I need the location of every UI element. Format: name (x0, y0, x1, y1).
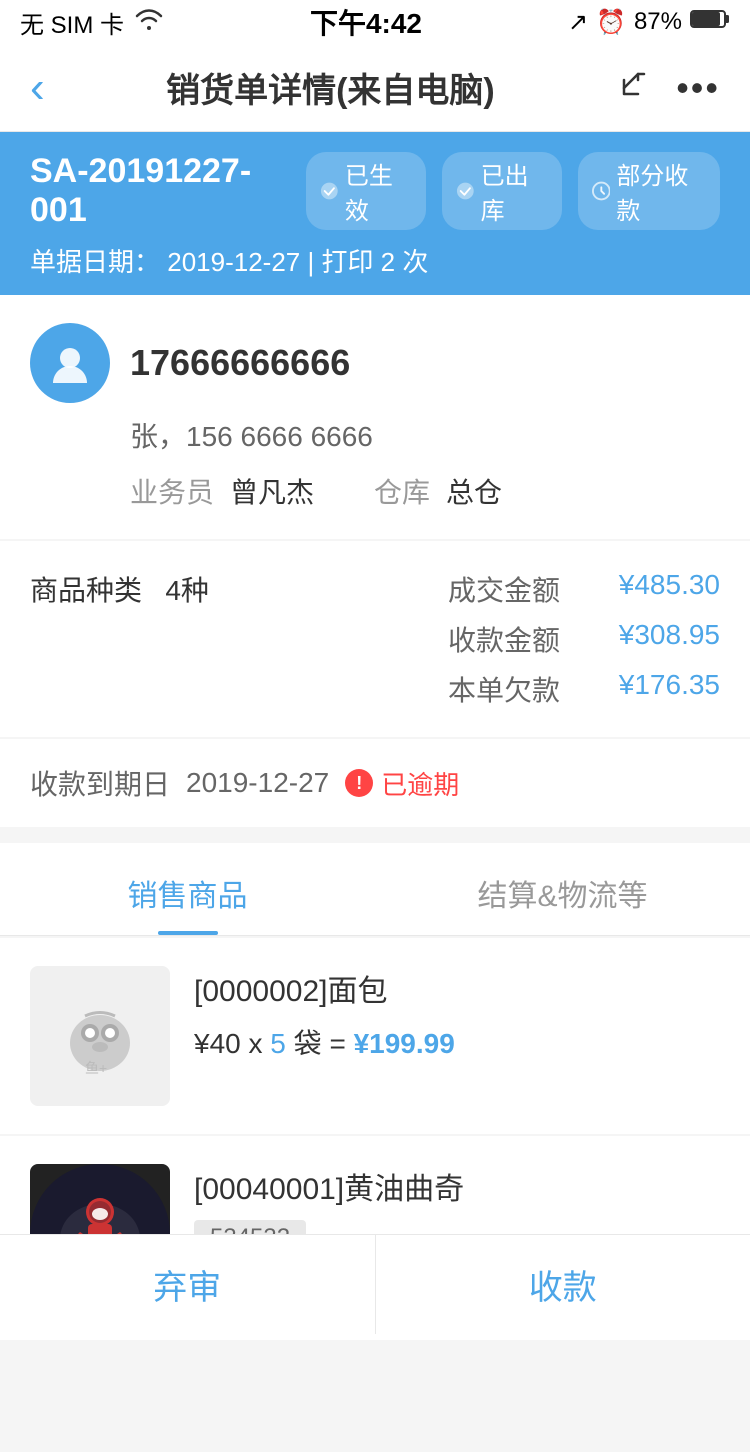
banner-date-row: 单据日期： 2019-12-27 | 打印 2 次 (30, 242, 720, 279)
order-id: SA-20191227-001 (30, 152, 290, 230)
tab-settlement[interactable]: 结算&物流等 (375, 843, 750, 935)
nav-actions: ••• (616, 66, 720, 110)
product-list: 鱼+ [0000002]面包 ¥40 x 5 袋 = ¥199.99 (0, 938, 750, 1452)
sim-status: 无 SIM 卡 (20, 5, 124, 40)
status-badge-effective: 已生效 (306, 152, 426, 230)
product-info: [0000002]面包 ¥40 x 5 袋 = ¥199.99 (194, 966, 720, 1062)
battery-level: 87% (634, 8, 682, 36)
salesperson-label: 业务员 (130, 471, 214, 511)
svg-text:鱼+: 鱼+ (85, 1060, 107, 1076)
product-types-label: 商品种类 (30, 575, 142, 606)
avatar (30, 323, 110, 403)
location-icon: ↗ (568, 8, 588, 37)
product-qty: 5 (270, 1028, 286, 1059)
product-total: ¥199.99 (354, 1028, 455, 1059)
owed-row: 本单欠款 ¥176.35 (448, 669, 720, 709)
product-types: 商品种类 4种 (30, 569, 209, 609)
bottom-bar: 弃审 收款 (0, 1234, 750, 1334)
more-button[interactable]: ••• (676, 67, 720, 109)
product-price: ¥40 x 5 袋 = ¥199.99 (194, 1022, 720, 1062)
alarm-icon: ⏰ (596, 8, 626, 37)
stats-section: 商品种类 4种 成交金额 ¥485.30 收款金额 ¥308.95 本单欠款 ¥… (0, 541, 750, 737)
product-types-value: 4种 (165, 575, 209, 606)
due-date-section: 收款到期日 2019-12-27 ! 已逾期 (0, 739, 750, 827)
received-row: 收款金额 ¥308.95 (448, 619, 720, 659)
warehouse-item: 仓库 总仓 (374, 471, 502, 511)
deal-amount-row: 成交金额 ¥485.30 (448, 569, 720, 609)
page-title: 销货单详情(来自电脑) (166, 63, 495, 112)
cancel-button[interactable]: 弃审 (0, 1235, 376, 1334)
received-value: ¥308.95 (580, 619, 720, 659)
salesperson-value: 曾凡杰 (230, 471, 314, 511)
warehouse-label: 仓库 (374, 471, 430, 511)
list-item: 鱼+ [0000002]面包 ¥40 x 5 袋 = ¥199.99 (0, 938, 750, 1134)
nav-bar: ‹ 销货单详情(来自电脑) ••• (0, 44, 750, 132)
received-label: 收款金额 (448, 619, 560, 659)
customer-meta: 业务员 曾凡杰 仓库 总仓 (130, 471, 720, 511)
status-badge-shipped: 已出库 (442, 152, 562, 230)
status-time: 下午4:42 (310, 2, 422, 42)
due-date-value: 2019-12-27 (186, 767, 329, 799)
warehouse-value: 总仓 (446, 471, 502, 511)
overdue-icon: ! (345, 769, 373, 797)
overdue-text: 已逾期 (381, 765, 459, 802)
customer-row: 17666666666 (30, 323, 720, 403)
status-left: 无 SIM 卡 (20, 5, 164, 40)
owed-value: ¥176.35 (580, 669, 720, 709)
status-bar: 无 SIM 卡 下午4:42 ↗ ⏰ 87% (0, 0, 750, 44)
status-right: ↗ ⏰ 87% (568, 8, 730, 37)
battery-icon (690, 8, 730, 37)
financial-stats: 成交金额 ¥485.30 收款金额 ¥308.95 本单欠款 ¥176.35 (448, 569, 720, 709)
header-banner: SA-20191227-001 已生效 已出库 部分收款 单据日期： 2019-… (0, 132, 750, 295)
customer-phone: 17666666666 (130, 342, 350, 384)
bottom-spacer (0, 1342, 750, 1452)
overdue-badge: ! 已逾期 (345, 765, 459, 802)
owed-label: 本单欠款 (448, 669, 560, 709)
share-button[interactable] (616, 66, 652, 110)
salesperson-item: 业务员 曾凡杰 (130, 471, 314, 511)
product-name: [00040001]黄油曲奇 (194, 1164, 720, 1208)
deal-amount-label: 成交金额 (448, 569, 560, 609)
confirm-button[interactable]: 收款 (376, 1235, 750, 1334)
due-date-label: 收款到期日 (30, 763, 170, 803)
tabs-container: 销售商品 结算&物流等 (0, 843, 750, 936)
banner-row1: SA-20191227-001 已生效 已出库 部分收款 (30, 152, 720, 230)
tab-underline (158, 931, 218, 935)
customer-section: 17666666666 张，156 6666 6666 业务员 曾凡杰 仓库 总… (0, 295, 750, 539)
tab-sales-products[interactable]: 销售商品 (0, 843, 375, 935)
wifi-icon (134, 8, 164, 37)
product-name: [0000002]面包 (194, 966, 720, 1010)
customer-name-phone: 张，156 6666 6666 (130, 415, 720, 455)
status-badge-partial: 部分收款 (578, 152, 720, 230)
product-image: 鱼+ (30, 966, 170, 1106)
deal-amount-value: ¥485.30 (580, 569, 720, 609)
back-button[interactable]: ‹ (30, 63, 45, 113)
